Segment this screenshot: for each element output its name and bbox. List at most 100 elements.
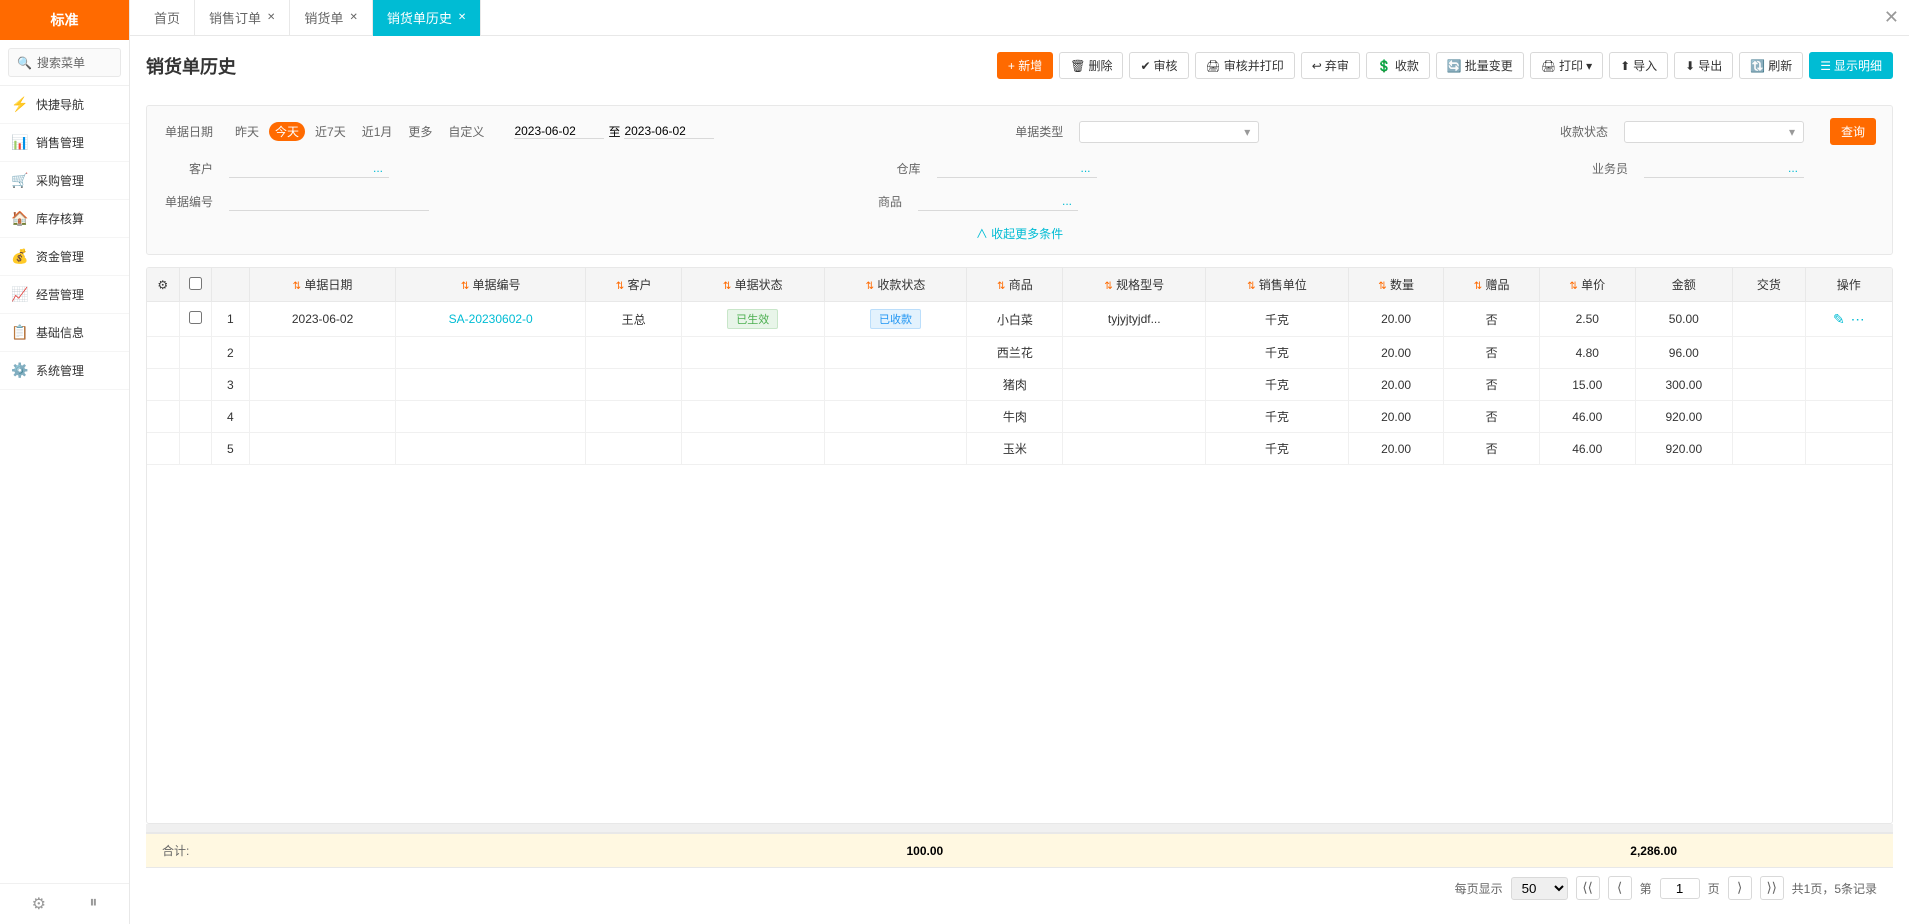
prev-page-button[interactable]: ⟨: [1608, 876, 1632, 900]
total-records: 共1页，5条记录: [1792, 880, 1877, 897]
orderno-cell[interactable]: [396, 433, 586, 465]
content-area: 销货单历史 + 新增 🗑 删除 ✔ 审核 🖨 审核并打印: [130, 36, 1909, 924]
sidebar-collapse-icon[interactable]: ⏸: [89, 894, 97, 914]
check-cell[interactable]: [179, 369, 211, 401]
show-detail-button[interactable]: ☰ 显示明细: [1809, 52, 1893, 79]
customer-dots[interactable]: ...: [373, 161, 383, 175]
tab-sales-order-close[interactable]: ✕: [267, 12, 275, 23]
print-arrow: ▾: [1586, 59, 1592, 73]
batch-change-button[interactable]: 🔄 批量变更: [1436, 52, 1524, 79]
page-number-input[interactable]: [1660, 878, 1700, 899]
order-no-link[interactable]: SA-20230602-0: [449, 312, 533, 326]
date-column-header[interactable]: ⇅ 单据日期: [250, 268, 396, 302]
date-tag-more[interactable]: 更多: [402, 122, 438, 141]
spec-column-header[interactable]: ⇅ 规格型号: [1063, 268, 1206, 302]
query-button[interactable]: 查询: [1830, 118, 1876, 145]
new-button[interactable]: + 新增: [997, 52, 1053, 79]
sidebar-item-purchase[interactable]: 🛒 采购管理: [0, 162, 129, 200]
filter-row-3: 单据编号 商品 ...: [163, 192, 1876, 211]
tab-home[interactable]: 首页: [140, 0, 195, 36]
import-button[interactable]: ⬆ 导入: [1609, 52, 1668, 79]
orderno-cell[interactable]: [396, 401, 586, 433]
per-page-select[interactable]: 50 20 100: [1511, 877, 1568, 900]
amount-column-header: 金额: [1635, 268, 1732, 302]
sidebar-item-basic[interactable]: 📋 基础信息: [0, 314, 129, 352]
select-all-checkbox[interactable]: [189, 277, 202, 290]
goods-dots[interactable]: ...: [1062, 194, 1072, 208]
action-cell-wrapper: [1805, 401, 1892, 433]
gear-column-header[interactable]: ⚙: [147, 268, 179, 302]
salesman-dots[interactable]: ...: [1788, 161, 1798, 175]
tab-sales-history[interactable]: 销货单历史 ✕: [373, 0, 481, 36]
collect-status-select[interactable]: ▾: [1624, 121, 1804, 143]
warehouse-dots[interactable]: ...: [1081, 161, 1091, 175]
date-from-input[interactable]: [514, 124, 604, 139]
abandon-button[interactable]: ↩ 弃审: [1301, 52, 1360, 79]
sidebar-item-inventory[interactable]: 🏠 库存核算: [0, 200, 129, 238]
sidebar-item-operation[interactable]: 📈 经营管理: [0, 276, 129, 314]
check-cell[interactable]: [179, 433, 211, 465]
goods-column-header[interactable]: ⇅ 商品: [967, 268, 1063, 302]
sidebar-settings-icon[interactable]: ⚙: [32, 894, 46, 914]
tab-sales-goods-close[interactable]: ✕: [349, 12, 357, 23]
check-cell[interactable]: [179, 302, 211, 337]
tab-sales-order[interactable]: 销售订单 ✕: [195, 0, 290, 36]
type-select[interactable]: ▾: [1079, 121, 1259, 143]
unit-column-header[interactable]: ⇅ 销售单位: [1206, 268, 1349, 302]
date-tag-custom[interactable]: 自定义: [442, 122, 490, 141]
review-print-button[interactable]: 🖨 审核并打印: [1195, 52, 1295, 79]
goods-input[interactable]: [918, 192, 1058, 210]
customer-input[interactable]: [229, 159, 369, 177]
sidebar-item-quicknav[interactable]: ⚡ 快捷导航: [0, 86, 129, 124]
date-tag-today[interactable]: 今天: [269, 122, 305, 141]
delete-button[interactable]: 🗑 删除: [1059, 52, 1123, 79]
check-cell[interactable]: [179, 337, 211, 369]
orderno-cell[interactable]: [396, 369, 586, 401]
action-cell-wrapper: [1805, 337, 1892, 369]
check-cell[interactable]: [179, 401, 211, 433]
page: 销货单历史 + 新增 🗑 删除 ✔ 审核 🖨 审核并打印: [130, 36, 1909, 924]
search-menu-button[interactable]: 🔍 搜索菜单: [8, 48, 121, 77]
sidebar-item-label: 资金管理: [36, 248, 84, 265]
more-icon[interactable]: ⋯: [1851, 311, 1865, 328]
row-checkbox[interactable]: [189, 311, 202, 324]
refresh-button[interactable]: 🔃 刷新: [1739, 52, 1803, 79]
order-no-input[interactable]: [229, 192, 429, 211]
date-to-input[interactable]: [624, 124, 714, 139]
date-tag-1month[interactable]: 近1月: [356, 122, 399, 141]
orderstatus-column-header[interactable]: ⇅ 单据状态: [681, 268, 824, 302]
qty-column-header[interactable]: ⇅ 数量: [1348, 268, 1444, 302]
last-page-button[interactable]: ⟩⟩: [1760, 876, 1784, 900]
horizontal-scrollbar[interactable]: [146, 824, 1893, 832]
orderno-cell[interactable]: SA-20230602-0: [396, 302, 586, 337]
collapse-label: 收起更多条件: [991, 227, 1063, 241]
export-button[interactable]: ⬇ 导出: [1674, 52, 1733, 79]
filter-collapse[interactable]: ∧ 收起更多条件: [163, 221, 1876, 242]
collectstatus-sort-icon: ⇅: [866, 281, 874, 292]
main-area: 首页 销售订单 ✕ 销货单 ✕ 销货单历史 ✕ ✕ 销货单历史 + 新增 🗑: [130, 0, 1909, 924]
sidebar-item-sales[interactable]: 📊 销售管理: [0, 124, 129, 162]
orderno-cell[interactable]: [396, 337, 586, 369]
orderno-column-header[interactable]: ⇅ 单据编号: [396, 268, 586, 302]
first-page-button[interactable]: ⟨⟨: [1576, 876, 1600, 900]
gift-column-header[interactable]: ⇅ 赠品: [1444, 268, 1540, 302]
unit-cell: 千克: [1206, 369, 1349, 401]
sidebar-item-finance[interactable]: 💰 资金管理: [0, 238, 129, 276]
warehouse-input[interactable]: [937, 159, 1077, 177]
sidebar-item-system[interactable]: ⚙️ 系统管理: [0, 352, 129, 390]
customer-column-header[interactable]: ⇅ 客户: [586, 268, 682, 302]
review-button[interactable]: ✔ 审核: [1129, 52, 1188, 79]
print-button[interactable]: 🖨 打印 ▾: [1530, 52, 1603, 79]
next-page-button[interactable]: ⟩: [1728, 876, 1752, 900]
date-tag-yesterday[interactable]: 昨天: [229, 122, 265, 141]
edit-icon[interactable]: ✎: [1833, 311, 1845, 328]
price-column-header[interactable]: ⇅ 单价: [1539, 268, 1635, 302]
collect-button[interactable]: 💲 收款: [1366, 52, 1430, 79]
collectstatus-column-header[interactable]: ⇅ 收款状态: [824, 268, 967, 302]
tab-close-all-button[interactable]: ✕: [1884, 7, 1899, 28]
date-tag-7days[interactable]: 近7天: [309, 122, 352, 141]
check-column-header[interactable]: [179, 268, 211, 302]
tab-sales-history-close[interactable]: ✕: [458, 12, 466, 23]
tab-sales-goods[interactable]: 销货单 ✕: [290, 0, 372, 36]
salesman-input[interactable]: [1644, 159, 1784, 177]
